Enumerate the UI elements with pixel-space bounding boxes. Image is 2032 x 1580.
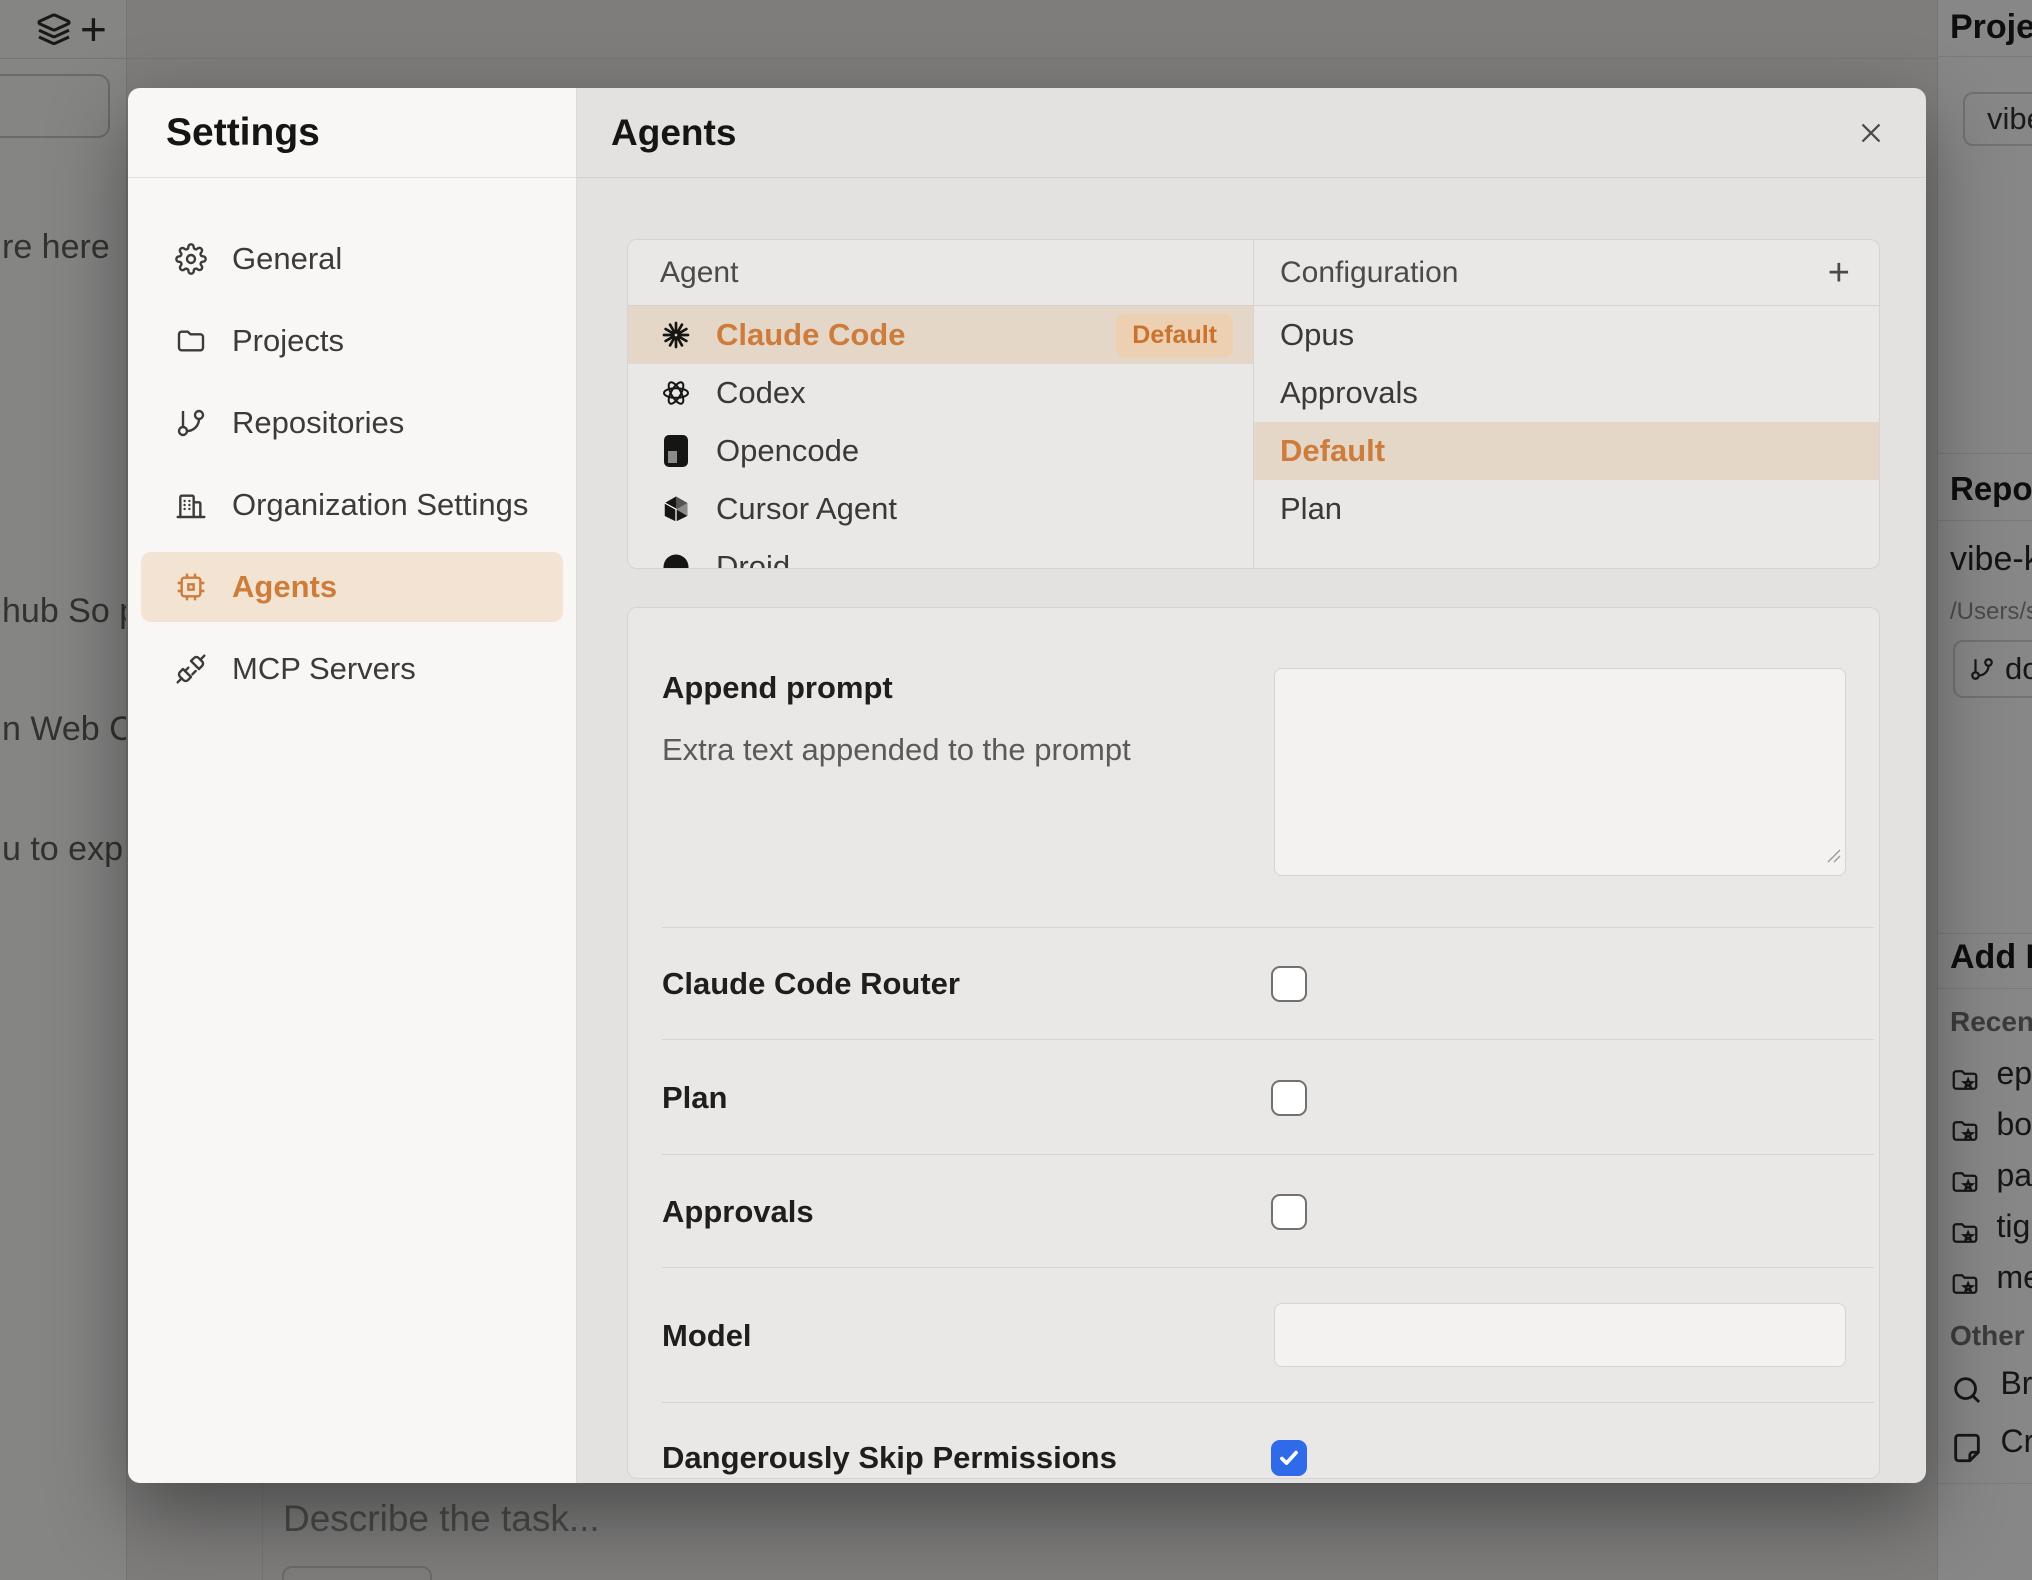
sidebar-item-repositories[interactable]: Repositories — [141, 388, 563, 458]
config-name: Plan — [1280, 491, 1342, 527]
agent-column-header: Agent — [628, 240, 1253, 306]
settings-nav: General Projects Repositories — [128, 178, 576, 704]
claude-code-router-checkbox[interactable] — [1271, 966, 1307, 1002]
claude-icon — [660, 319, 692, 351]
sidebar-item-label: MCP Servers — [232, 651, 416, 687]
agents-panel: Agents Agent Claude Code Default — [577, 88, 1926, 1483]
agent-name: Cursor Agent — [716, 491, 897, 527]
config-row-opus[interactable]: Opus — [1254, 306, 1880, 364]
agent-row-codex[interactable]: Codex — [628, 364, 1253, 422]
config-name: Approvals — [1280, 375, 1418, 411]
openai-icon — [660, 377, 692, 409]
sidebar-item-projects[interactable]: Projects — [141, 306, 563, 376]
close-button[interactable] — [1849, 111, 1893, 155]
sidebar-item-general[interactable]: General — [141, 224, 563, 294]
sidebar-item-label: Projects — [232, 323, 344, 359]
model-row: Model — [628, 1268, 1879, 1403]
sidebar-item-label: Agents — [232, 569, 337, 605]
claude-code-router-row: Claude Code Router — [628, 928, 1879, 1040]
sidebar-item-label: Repositories — [232, 405, 404, 441]
approvals-row: Approvals — [628, 1155, 1879, 1268]
page-title: Agents — [611, 112, 736, 154]
settings-title: Settings — [128, 88, 576, 178]
agent-name: Droid — [716, 549, 790, 569]
default-badge: Default — [1116, 314, 1233, 357]
claude-code-router-label: Claude Code Router — [662, 966, 960, 1002]
sidebar-item-mcp-servers[interactable]: MCP Servers — [141, 634, 563, 704]
cursor-icon — [660, 493, 692, 525]
sidebar-item-agents[interactable]: Agents — [141, 552, 563, 622]
agent-column: Agent Claude Code Default Codex — [628, 240, 1254, 568]
config-row-default[interactable]: Default — [1254, 422, 1880, 480]
plan-checkbox[interactable] — [1271, 1080, 1307, 1116]
add-configuration-button[interactable]: + — [1828, 254, 1850, 292]
agent-name: Opencode — [716, 433, 859, 469]
sidebar-item-organization-settings[interactable]: Organization Settings — [141, 470, 563, 540]
plug-icon — [174, 652, 208, 686]
plan-label: Plan — [662, 1080, 727, 1116]
append-prompt-textarea[interactable] — [1274, 668, 1846, 876]
config-row-approvals[interactable]: Approvals — [1254, 364, 1880, 422]
plan-row: Plan — [628, 1040, 1879, 1155]
settings-sidebar: Settings General Projects — [128, 88, 577, 1483]
model-input[interactable] — [1274, 1303, 1846, 1367]
config-row-plan[interactable]: Plan — [1254, 480, 1880, 538]
config-name: Default — [1280, 433, 1385, 469]
dangerously-skip-permissions-row: Dangerously Skip Permissions — [628, 1403, 1879, 1479]
configuration-column: Configuration + Opus Approvals Default P… — [1254, 240, 1880, 568]
check-icon — [1276, 1445, 1302, 1471]
sidebar-item-label: General — [232, 241, 342, 277]
agent-row-opencode[interactable]: Opencode — [628, 422, 1253, 480]
agent-row-cursor-agent[interactable]: Cursor Agent — [628, 480, 1253, 538]
agent-row-droid[interactable]: Droid — [628, 538, 1253, 569]
app-screen: + re here hub So p n Web C u to exp Desc… — [0, 0, 2032, 1580]
configuration-header-label: Configuration — [1280, 256, 1458, 290]
building-icon — [174, 488, 208, 522]
model-label: Model — [662, 1318, 752, 1354]
chip-icon — [174, 570, 208, 604]
configuration-form: Append prompt Extra text appended to the… — [627, 607, 1880, 1479]
folder-icon — [174, 324, 208, 358]
approvals-label: Approvals — [662, 1194, 814, 1230]
agent-row-claude-code[interactable]: Claude Code Default — [628, 306, 1253, 364]
configuration-column-header: Configuration + — [1254, 240, 1880, 306]
append-prompt-row: Append prompt Extra text appended to the… — [628, 608, 1879, 928]
dangerously-skip-permissions-label: Dangerously Skip Permissions — [662, 1440, 1117, 1476]
agent-name: Codex — [716, 375, 806, 411]
config-name: Opus — [1280, 317, 1354, 353]
agent-name: Claude Code — [716, 317, 905, 353]
dangerously-skip-permissions-checkbox[interactable] — [1271, 1440, 1307, 1476]
opencode-icon — [660, 435, 692, 467]
approvals-checkbox[interactable] — [1271, 1194, 1307, 1230]
git-branch-icon — [174, 406, 208, 440]
droid-icon — [660, 551, 692, 569]
agent-config-table: Agent Claude Code Default Codex — [627, 239, 1880, 569]
agents-panel-header: Agents — [577, 88, 1926, 178]
settings-modal: Settings General Projects — [128, 88, 1926, 1483]
close-icon — [1854, 116, 1888, 150]
gear-icon — [174, 242, 208, 276]
sidebar-item-label: Organization Settings — [232, 487, 528, 523]
